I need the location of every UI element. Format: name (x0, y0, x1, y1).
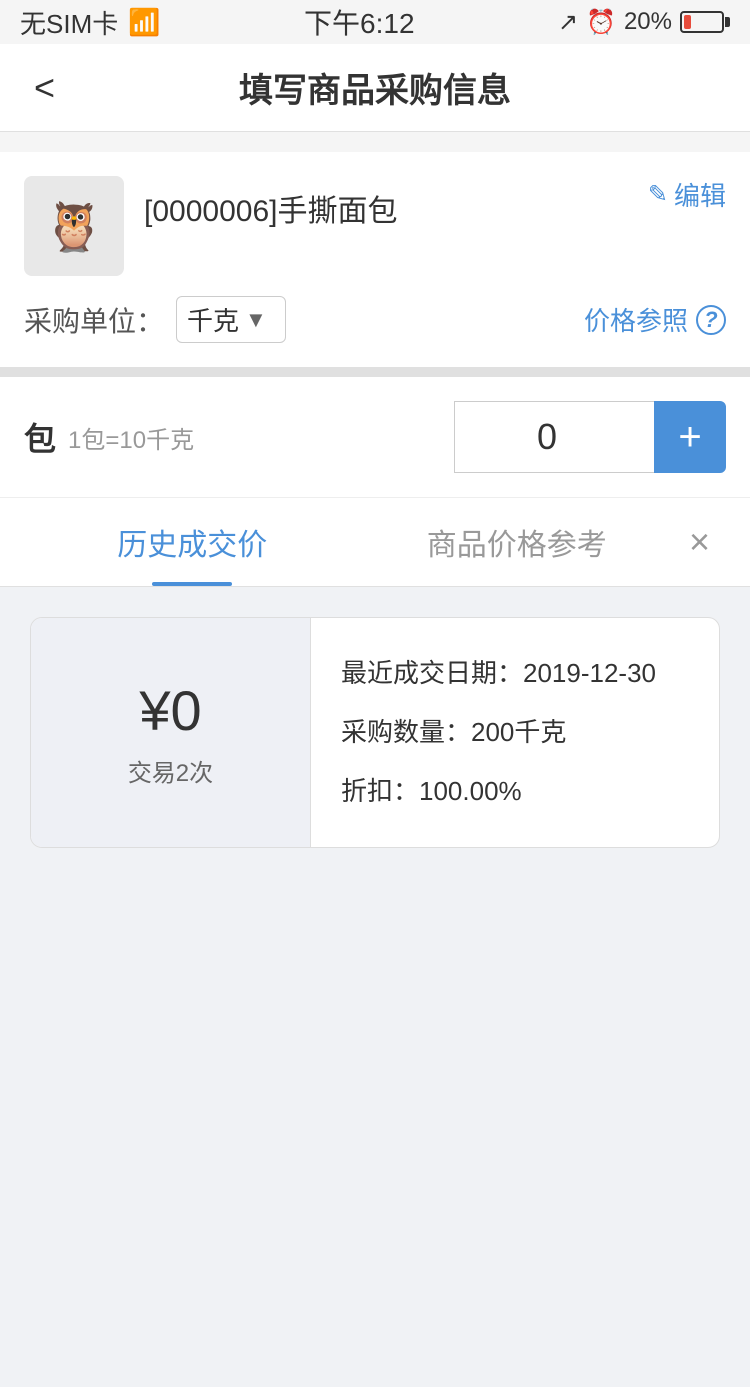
edit-label: 编辑 (674, 176, 726, 213)
status-right: ↗ ⏰ 20% (558, 8, 730, 37)
discount-row: 折扣：100.00% (341, 772, 689, 811)
help-icon: ? (696, 305, 726, 335)
purchase-qty-row: 采购数量：200千克 (341, 713, 689, 752)
quantity-plus-button[interactable]: + (654, 401, 726, 473)
wifi-icon: 📶 (128, 7, 160, 38)
price-ref-label: 价格参照 (584, 301, 688, 338)
alarm-icon: ⏰ (586, 8, 616, 37)
section-divider (0, 367, 750, 377)
tab-history-price[interactable]: 历史成交价 (30, 498, 354, 586)
quantity-row: 包 1包=10千克 + (0, 377, 750, 498)
recent-date-value: 2019-12-30 (523, 658, 656, 688)
battery-icon (680, 11, 730, 33)
unit-label: 采购单位： (24, 300, 164, 340)
unit-value: 千克 (187, 301, 239, 338)
card-right: 最近成交日期：2019-12-30 采购数量：200千克 折扣：100.00% (311, 618, 719, 847)
product-info: 🦉 [0000006]手撕面包 (24, 176, 397, 276)
recent-date-row: 最近成交日期：2019-12-30 (341, 654, 689, 693)
edit-button[interactable]: ✎ 编辑 (648, 176, 726, 213)
back-button[interactable]: < (24, 57, 65, 119)
trade-count: 交易2次 (128, 753, 213, 788)
product-header: 🦉 [0000006]手撕面包 ✎ 编辑 (24, 176, 726, 276)
battery-text: 20% (624, 8, 672, 36)
dropdown-arrow-icon: ▼ (245, 307, 267, 333)
tab-history-label: 历史成交价 (117, 520, 267, 564)
product-image: 🦉 (24, 176, 124, 276)
purchase-qty-value: 200千克 (471, 717, 566, 747)
plus-icon: + (678, 415, 701, 460)
nav-bar: < 填写商品采购信息 (0, 44, 750, 132)
carrier-text: 无SIM卡 (20, 4, 118, 41)
tab-close-button[interactable]: × (679, 511, 720, 573)
tab-bar: 历史成交价 商品价格参考 × (0, 498, 750, 587)
price-reference-button[interactable]: 价格参照 ? (584, 301, 726, 338)
status-bar: 无SIM卡 📶 下午6:12 ↗ ⏰ 20% (0, 0, 750, 44)
content-area: ¥0 交易2次 最近成交日期：2019-12-30 采购数量：200千克 折扣：… (0, 587, 750, 1387)
page-title: 填写商品采购信息 (239, 63, 511, 112)
recent-date-label: 最近成交日期： (341, 658, 523, 688)
unit-left: 采购单位： 千克 ▼ (24, 296, 286, 343)
product-unit-row: 采购单位： 千克 ▼ 价格参照 ? (24, 296, 726, 343)
purchase-qty-label: 采购数量： (341, 717, 471, 747)
status-time: 下午6:12 (304, 2, 415, 42)
discount-value: 100.00% (419, 776, 522, 806)
tab-underline (152, 582, 232, 586)
location-icon: ↗ (558, 8, 578, 37)
tab-product-label: 商品价格参考 (427, 520, 607, 564)
card-left: ¥0 交易2次 (31, 618, 311, 847)
qty-unit: 包 (24, 414, 56, 460)
quantity-input[interactable] (454, 401, 654, 473)
discount-label: 折扣： (341, 776, 419, 806)
product-logo-icon: 🦉 (44, 198, 104, 255)
qty-conversion: 1包=10千克 (68, 420, 194, 455)
quantity-control: + (454, 401, 726, 473)
product-card: 🦉 [0000006]手撕面包 ✎ 编辑 采购单位： 千克 ▼ 价格参照 ? (0, 152, 750, 367)
product-name: [0000006]手撕面包 (144, 176, 397, 230)
tab-product-price[interactable]: 商品价格参考 (354, 498, 678, 586)
unit-select[interactable]: 千克 ▼ (176, 296, 286, 343)
transaction-card: ¥0 交易2次 最近成交日期：2019-12-30 采购数量：200千克 折扣：… (30, 617, 720, 848)
edit-icon: ✎ (648, 180, 668, 209)
quantity-label: 包 1包=10千克 (24, 414, 194, 460)
status-left: 无SIM卡 📶 (20, 4, 161, 41)
transaction-price: ¥0 (139, 678, 201, 743)
